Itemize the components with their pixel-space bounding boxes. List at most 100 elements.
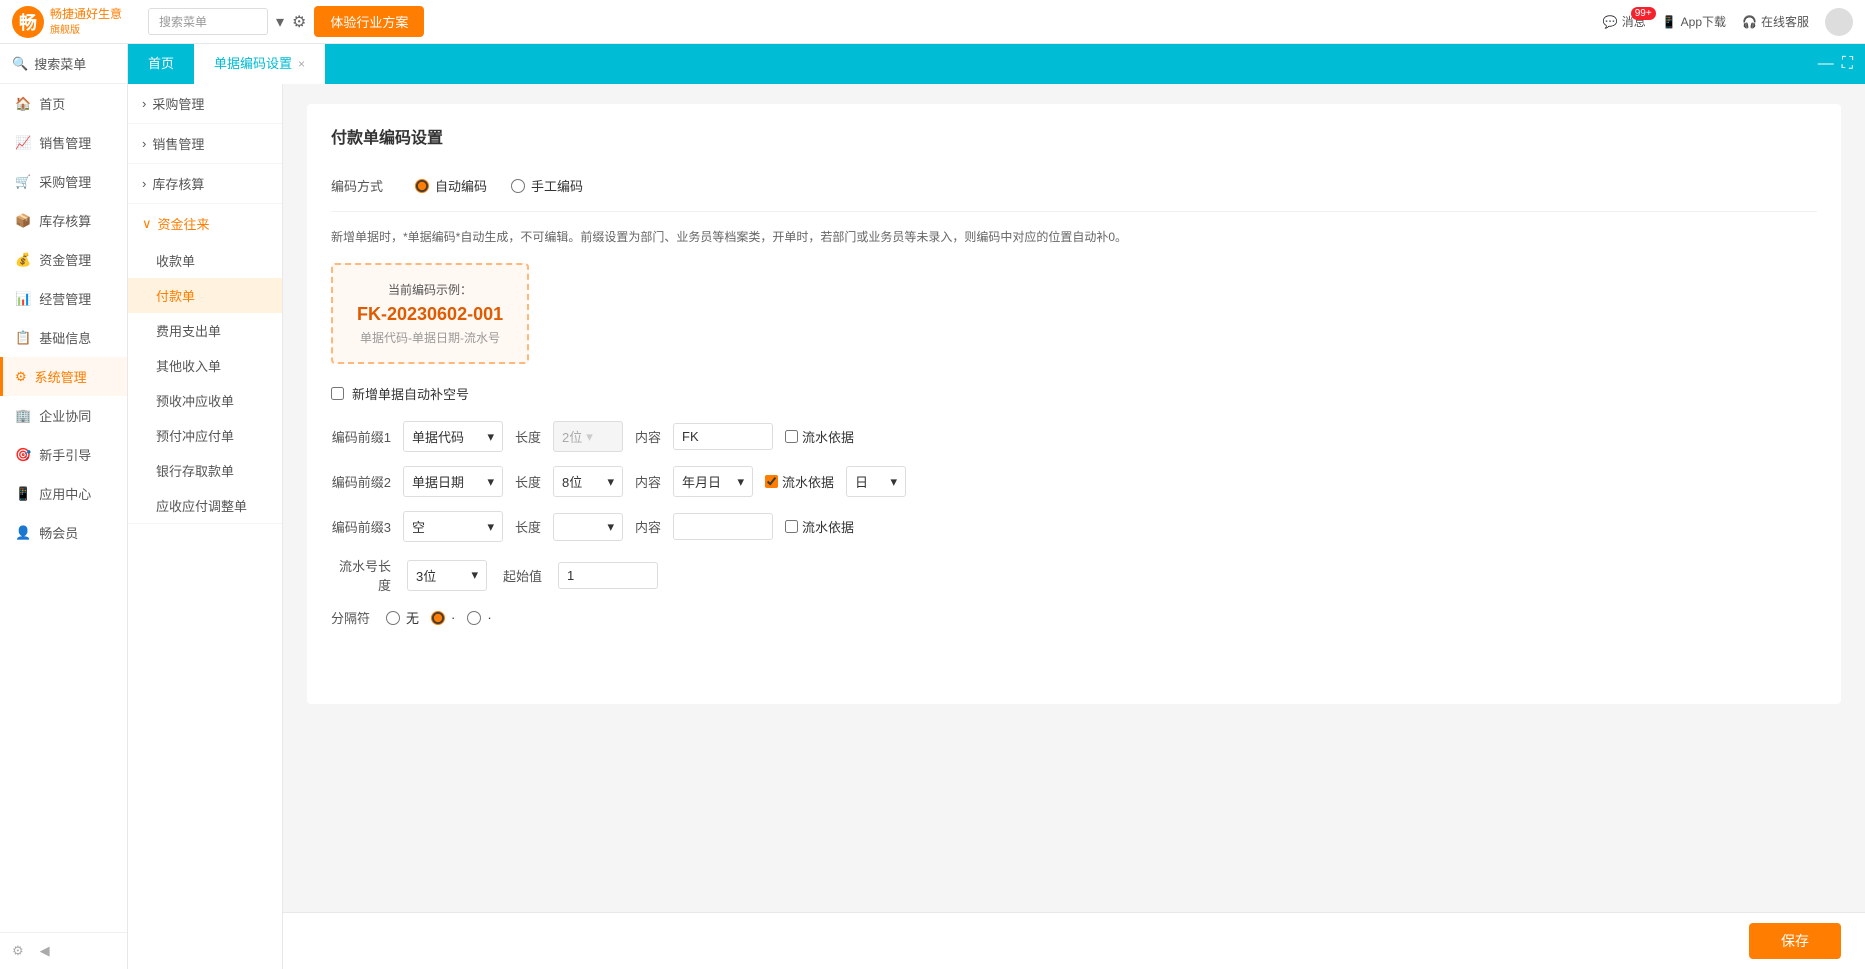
search-icon: 🔍 [12, 56, 28, 72]
sidebar-item-finance[interactable]: 💰 资金管理 [0, 240, 127, 279]
prefix-row-3: 编码前缀3 空 ▾ 长度 ▾ 内容 流水依据 [331, 511, 1817, 542]
inventory-icon: 📦 [15, 213, 31, 229]
start-value-input[interactable] [558, 562, 658, 589]
app-download-icon: 📱 [1662, 15, 1677, 29]
watermark-label-3: 流水依据 [802, 517, 854, 536]
length-label-2: 长度 [515, 472, 541, 491]
tab-encoding-label: 单据编码设置 [214, 44, 292, 84]
sidebar-item-guide[interactable]: 🎯 新手引导 [0, 435, 127, 474]
sidebar-label-member: 畅会员 [39, 523, 78, 542]
sidebar-settings-icon[interactable]: ⚙ [12, 943, 24, 959]
dropdown-icon[interactable]: ▾ [276, 12, 284, 32]
serial-length-select[interactable]: 3位 ▾ [407, 560, 487, 591]
sep-dot-option[interactable]: · [431, 610, 455, 625]
sidebar-item-system[interactable]: ⚙ 系统管理 [0, 357, 127, 396]
sep-dash-option[interactable]: · [467, 610, 491, 625]
content-select-2[interactable]: 年月日 ▾ [673, 466, 753, 497]
prefix-select-3[interactable]: 空 ▾ [403, 511, 503, 542]
sub-item-adjustment[interactable]: 应收应付调整单 [128, 488, 282, 523]
sidebar-item-home[interactable]: 🏠 首页 [0, 84, 127, 123]
sub-item-receipt[interactable]: 收款单 [128, 243, 282, 278]
tab-close-icon[interactable]: × [298, 44, 305, 84]
sidebar-label-inventory: 库存核算 [39, 211, 91, 230]
prefix-select-2[interactable]: 单据日期 ▾ [403, 466, 503, 497]
code-example-sub: 单据代码-单据日期-流水号 [357, 329, 503, 346]
sidebar-item-enterprise[interactable]: 🏢 企业协同 [0, 396, 127, 435]
auto-fill-label: 新增单据自动补空号 [352, 384, 469, 403]
online-service-button[interactable]: 🎧 在线客服 [1742, 13, 1809, 30]
serial-length-value: 3位 [416, 566, 436, 585]
search-input[interactable]: 搜索菜单 [148, 8, 268, 35]
sidebar-item-apps[interactable]: 📱 应用中心 [0, 474, 127, 513]
sub-item-expense[interactable]: 费用支出单 [128, 313, 282, 348]
sales-icon: 📈 [15, 135, 31, 151]
sub-item-other-income[interactable]: 其他收入单 [128, 348, 282, 383]
sidebar-label-finance: 资金管理 [39, 250, 91, 269]
tab-home-label: 首页 [148, 44, 174, 84]
page-title: 付款单编码设置 [331, 124, 1817, 148]
sub-group-inventory: › 库存核算 [128, 164, 282, 204]
message-button[interactable]: 💬 消息 99+ [1603, 13, 1646, 30]
encoding-method-row: 编码方式 自动编码 手工编码 [331, 164, 1817, 212]
prefix-select-1[interactable]: 单据代码 ▾ [403, 421, 503, 452]
sep-none-option[interactable]: 无 [386, 608, 419, 627]
sub-item-pre-payment[interactable]: 预付冲应付单 [128, 418, 282, 453]
sub-header-inventory[interactable]: › 库存核算 [128, 164, 282, 203]
tab-expand-icon[interactable]: ⛶ [1842, 55, 1853, 73]
manual-encode-radio[interactable] [511, 179, 525, 193]
tab-home[interactable]: 首页 [128, 44, 194, 84]
watermark-check-1[interactable] [785, 430, 798, 443]
code-example-value: FK-20230602-001 [357, 304, 503, 325]
avatar[interactable] [1825, 8, 1853, 36]
settings-icon[interactable]: ⚙ [292, 12, 306, 32]
save-button[interactable]: 保存 [1749, 923, 1841, 959]
sub-item-bank[interactable]: 银行存取款单 [128, 453, 282, 488]
length-value-1: 2位 [562, 427, 582, 446]
watermark-checkbox-row-2: 流水依据 [765, 472, 834, 491]
watermark-check-2[interactable] [765, 475, 778, 488]
length-select-2[interactable]: 8位 ▾ [553, 466, 623, 497]
sidebar-label-operations: 经营管理 [39, 289, 91, 308]
sub-sidebar: › 采购管理 › 销售管理 › 库存核算 ∨ 资金往来 收款单 付款单 费用支出… [128, 84, 283, 969]
content-input-3[interactable] [673, 513, 773, 540]
sidebar-search[interactable]: 🔍 搜索菜单 [0, 44, 127, 84]
chevron-right-icon2: › [142, 136, 146, 151]
sidebar-collapse-icon[interactable]: ◀ [40, 943, 50, 959]
sep-none-radio[interactable] [386, 611, 400, 625]
content-input-1[interactable] [673, 423, 773, 450]
sidebar-item-purchase[interactable]: 🛒 采购管理 [0, 162, 127, 201]
sep-dot-radio[interactable] [431, 611, 445, 625]
sep-none-label: 无 [406, 608, 419, 627]
sub-item-pre-receipt[interactable]: 预收冲应收单 [128, 383, 282, 418]
sep-dot-label: · [451, 610, 455, 625]
start-value-label: 起始值 [503, 566, 542, 585]
serial-length-arrow: ▾ [471, 567, 478, 583]
sidebar-item-operations[interactable]: 📊 经营管理 [0, 279, 127, 318]
trial-button[interactable]: 体验行业方案 [314, 6, 424, 37]
sub-header-purchase[interactable]: › 采购管理 [128, 84, 282, 123]
sub-header-sales[interactable]: › 销售管理 [128, 124, 282, 163]
length-select-3[interactable]: ▾ [553, 513, 623, 541]
watermark-check-3[interactable] [785, 520, 798, 533]
code-example-box: 当前编码示例： FK-20230602-001 单据代码-单据日期-流水号 [331, 263, 529, 364]
content-card: 付款单编码设置 编码方式 自动编码 手工编码 新增单据时，*单据编码*自动生成，… [307, 104, 1841, 704]
sep-dash-radio[interactable] [467, 611, 481, 625]
info-text: 新增单据时，*单据编码*自动生成，不可编辑。前缀设置为部门、业务员等档案类，开单… [331, 228, 1817, 247]
sidebar-item-basic[interactable]: 📋 基础信息 [0, 318, 127, 357]
cycle-select-2[interactable]: 日 ▾ [846, 466, 906, 497]
auto-encode-option[interactable]: 自动编码 [415, 176, 487, 195]
prefix-select-2-arrow: ▾ [487, 474, 494, 490]
top-header: 畅 畅捷通好生意 旗舰版 搜索菜单 ▾ ⚙ 体验行业方案 💬 消息 99+ 📱 … [0, 0, 1865, 44]
auto-fill-checkbox[interactable] [331, 387, 344, 400]
auto-encode-radio[interactable] [415, 179, 429, 193]
apps-icon: 📱 [15, 486, 31, 502]
sub-header-capital[interactable]: ∨ 资金往来 [128, 204, 282, 243]
sidebar-item-member[interactable]: 👤 畅会员 [0, 513, 127, 552]
tab-minimize-icon[interactable]: — [1818, 55, 1834, 73]
app-download-button[interactable]: 📱 App下载 [1662, 13, 1726, 30]
manual-encode-option[interactable]: 手工编码 [511, 176, 583, 195]
sidebar-item-inventory[interactable]: 📦 库存核算 [0, 201, 127, 240]
sidebar-item-sales[interactable]: 📈 销售管理 [0, 123, 127, 162]
sub-item-payment[interactable]: 付款单 [128, 278, 282, 313]
tab-encoding[interactable]: 单据编码设置 × [194, 44, 325, 84]
